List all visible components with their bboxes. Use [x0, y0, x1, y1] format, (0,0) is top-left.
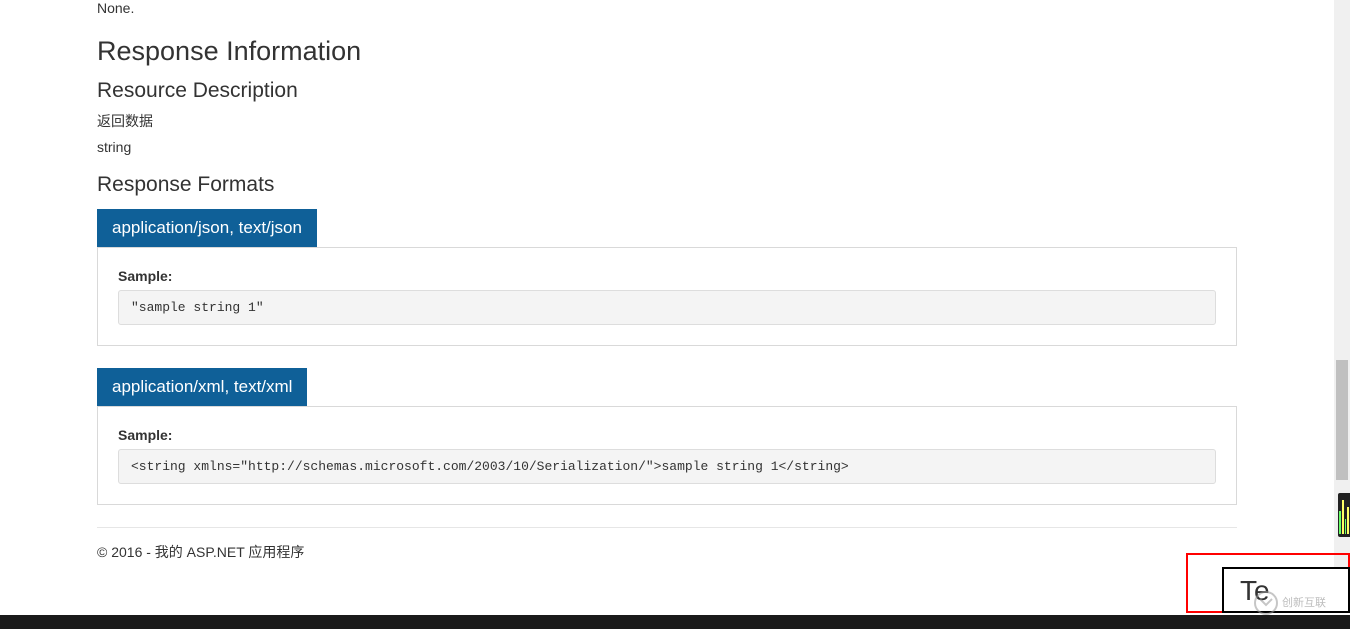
format-body-json: Sample: "sample string 1" [97, 247, 1237, 346]
taskbar-strip [0, 615, 1350, 629]
footer-separator [97, 527, 1237, 528]
sample-code-json[interactable]: "sample string 1" [118, 290, 1216, 325]
resource-description-text: 返回数据 [97, 111, 1237, 131]
sample-code-xml[interactable]: <string xmlns="http://schemas.microsoft.… [118, 449, 1216, 484]
body-params-none: None. [97, 0, 1237, 16]
watermark-text: 创新互联 [1282, 598, 1326, 609]
footer-copyright: © 2016 - 我的 ASP.NET 应用程序 [97, 542, 1237, 562]
sample-label: Sample: [118, 268, 1216, 284]
audio-meter-widget [1338, 493, 1350, 537]
format-section-json: application/json, text/json Sample: "sam… [97, 209, 1237, 346]
format-tab-json[interactable]: application/json, text/json [97, 209, 317, 247]
api-help-content: None. Response Information Resource Desc… [0, 0, 1350, 562]
sample-label: Sample: [118, 427, 1216, 443]
response-info-heading: Response Information [97, 36, 1237, 67]
format-tab-xml[interactable]: application/xml, text/xml [97, 368, 307, 406]
format-section-xml: application/xml, text/xml Sample: <strin… [97, 368, 1237, 505]
format-body-xml: Sample: <string xmlns="http://schemas.mi… [97, 406, 1237, 505]
watermark-logo: 创新互联 [1254, 589, 1344, 617]
response-formats-heading: Response Formats [97, 173, 1237, 197]
scrollbar-thumb[interactable] [1336, 360, 1348, 480]
resource-type-text: string [97, 139, 1237, 155]
resource-description-heading: Resource Description [97, 79, 1237, 103]
